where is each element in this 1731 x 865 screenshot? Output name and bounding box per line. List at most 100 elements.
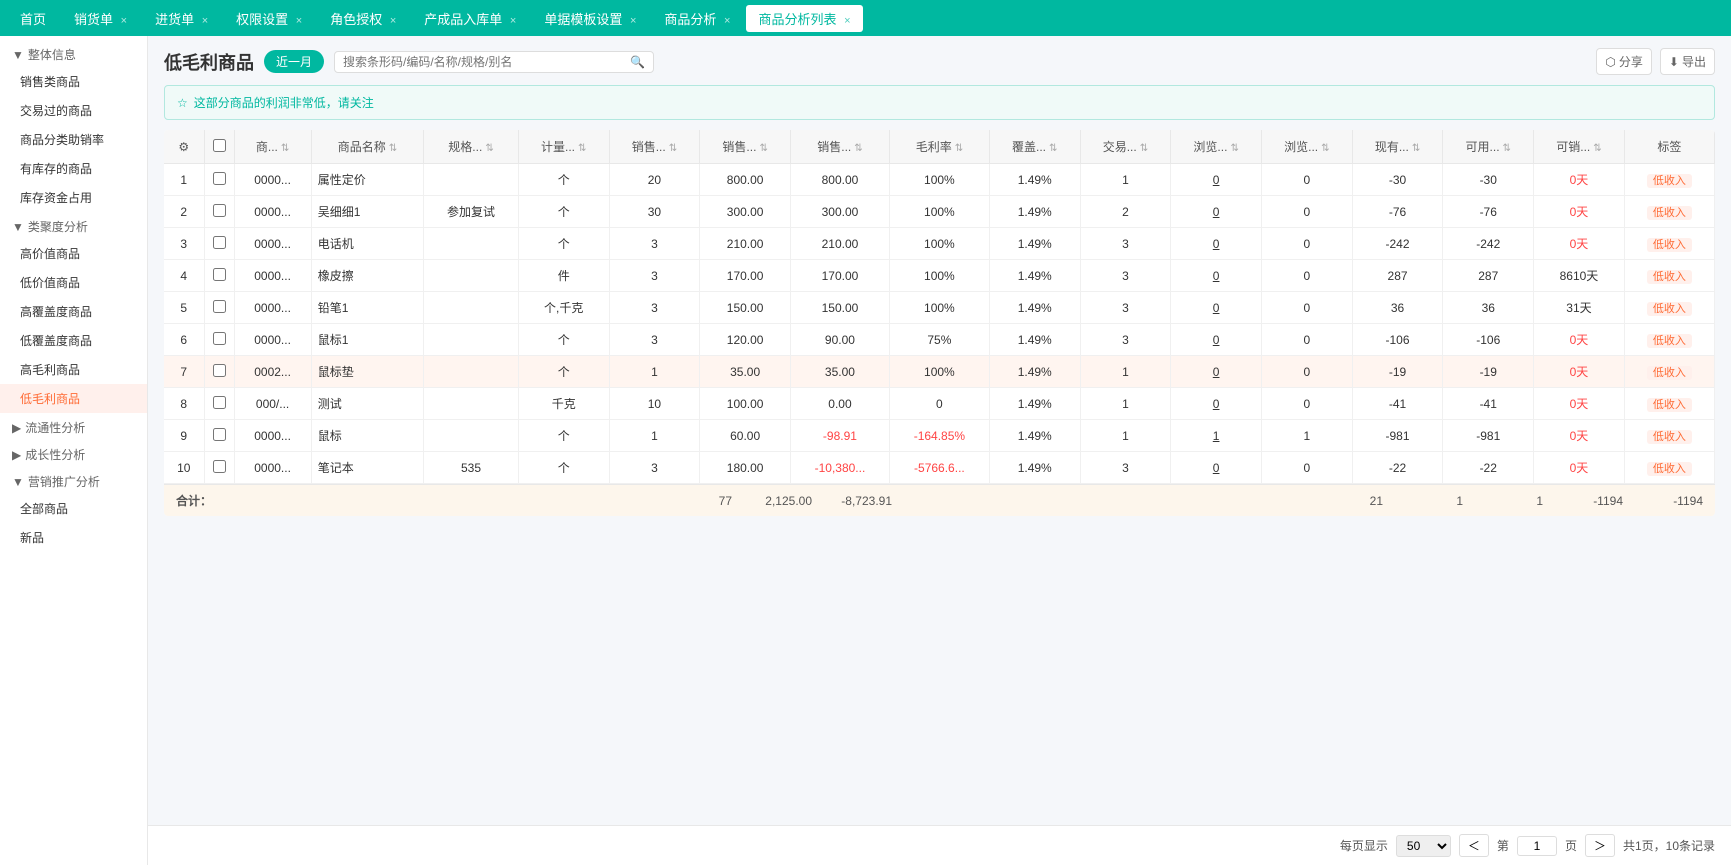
nav-item-home[interactable]: 首页 [8,5,58,32]
nav-close-roles[interactable]: × [390,15,396,27]
row-name[interactable]: 吴细细1 [311,196,423,228]
col-check[interactable] [204,130,234,164]
row-check[interactable] [204,388,234,420]
share-button[interactable]: ⬡ 分享 [1596,48,1652,75]
row-browse1[interactable]: 0 [1171,452,1262,484]
nav-close-sales[interactable]: × [121,15,127,27]
sidebar-item-high-coverage[interactable]: 高覆盖度商品 [0,297,147,326]
row-check[interactable] [204,324,234,356]
nav-item-products[interactable]: 产成品入库单 × [412,5,528,32]
sidebar-group-growth[interactable]: ▶ 成长性分析 [0,440,147,467]
row-name[interactable]: 鼠标1 [311,324,423,356]
row-browse1[interactable]: 0 [1171,324,1262,356]
row-checkbox[interactable] [213,172,226,185]
row-name[interactable]: 鼠标 [311,420,423,452]
sidebar-item-all-products[interactable]: 全部商品 [0,494,147,523]
sidebar-item-sales-products[interactable]: 销售类商品 [0,67,147,96]
row-code: 0000... [234,196,311,228]
sidebar-item-low-coverage[interactable]: 低覆盖度商品 [0,326,147,355]
sidebar-group-cluster[interactable]: ▼ 类聚度分析 [0,212,147,239]
page-number-input[interactable] [1517,836,1557,856]
nav-item-sales[interactable]: 销货单 × [62,5,139,32]
row-name[interactable]: 属性定价 [311,164,423,196]
row-check[interactable] [204,164,234,196]
row-name[interactable]: 电话机 [311,228,423,260]
nav-item-permissions[interactable]: 权限设置 × [224,5,314,32]
row-name[interactable]: 铅笔1 [311,292,423,324]
per-page-select[interactable]: 50 100 200 [1396,835,1451,857]
prev-page-button[interactable]: ＜ [1459,834,1489,857]
nav-close-products[interactable]: × [510,15,516,27]
row-check[interactable] [204,196,234,228]
row-browse1[interactable]: 1 [1171,420,1262,452]
nav-close-analysis[interactable]: × [724,15,730,27]
sidebar-item-low-value[interactable]: 低价值商品 [0,268,147,297]
row-checkbox[interactable] [213,396,226,409]
sidebar-item-category-rate[interactable]: 商品分类助销率 [0,125,147,154]
nav-item-roles[interactable]: 角色授权 × [318,5,408,32]
row-saleable: 0天 [1534,356,1625,388]
export-label: 导出 [1682,53,1706,70]
sidebar-group-marketing[interactable]: ▼ 营销推广分析 [0,467,147,494]
sidebar-item-low-margin[interactable]: 低毛利商品 [0,384,147,413]
search-icon[interactable]: 🔍 [630,55,645,69]
col-settings[interactable]: ⚙ [164,130,204,164]
row-check[interactable] [204,292,234,324]
row-name[interactable]: 橡皮擦 [311,260,423,292]
row-checkbox[interactable] [213,364,226,377]
row-checkbox[interactable] [213,268,226,281]
row-check[interactable] [204,420,234,452]
row-check[interactable] [204,228,234,260]
row-browse1[interactable]: 0 [1171,164,1262,196]
search-input[interactable] [343,55,626,69]
nav-item-analysis-list[interactable]: 商品分析列表 × [746,5,862,32]
row-browse1[interactable]: 0 [1171,292,1262,324]
nav-close-permissions[interactable]: × [296,15,302,27]
row-name[interactable]: 鼠标垫 [311,356,423,388]
nav-close-template[interactable]: × [630,15,636,27]
row-spec [424,292,519,324]
row-browse1[interactable]: 0 [1171,196,1262,228]
row-checkbox[interactable] [213,300,226,313]
row-browse1[interactable]: 0 [1171,260,1262,292]
row-gross-rate: -5766.6... [889,452,989,484]
row-checkbox[interactable] [213,460,226,473]
nav-item-analysis[interactable]: 商品分析 × [652,5,742,32]
row-name[interactable]: 测试 [311,388,423,420]
row-gross-rate: 100% [889,228,989,260]
row-browse1[interactable]: 0 [1171,356,1262,388]
next-page-button[interactable]: ＞ [1585,834,1615,857]
sidebar-item-traded-products[interactable]: 交易过的商品 [0,96,147,125]
row-browse2: 0 [1261,388,1352,420]
nav-item-template[interactable]: 单据模板设置 × [532,5,648,32]
sidebar-item-inventory-capital[interactable]: 库存资金占用 [0,183,147,212]
row-checkbox[interactable] [213,236,226,249]
row-browse1[interactable]: 0 [1171,388,1262,420]
row-spec [424,324,519,356]
sidebar-item-high-value[interactable]: 高价值商品 [0,239,147,268]
row-unit: 个 [518,356,609,388]
footer-browse1: 1 [1403,494,1463,508]
row-checkbox[interactable] [213,332,226,345]
nav-item-purchase[interactable]: 进货单 × [143,5,220,32]
sidebar-group-circulation[interactable]: ▶ 流通性分析 [0,413,147,440]
nav-close-purchase[interactable]: × [202,15,208,27]
row-name[interactable]: 笔记本 [311,452,423,484]
nav-close-analysis-list[interactable]: × [844,15,850,27]
row-checkbox[interactable] [213,428,226,441]
sidebar-item-high-margin[interactable]: 高毛利商品 [0,355,147,384]
row-available: -41 [1443,388,1534,420]
select-all-checkbox[interactable] [213,139,226,152]
sidebar-group-overall[interactable]: ▼ 整体信息 [0,40,147,67]
sidebar-item-stocked-products[interactable]: 有库存的商品 [0,154,147,183]
export-button[interactable]: ⬇ 导出 [1660,48,1715,75]
row-check[interactable] [204,452,234,484]
row-unit: 个 [518,324,609,356]
sidebar-item-new-products[interactable]: 新品 [0,523,147,552]
filter-recent-month-button[interactable]: 近一月 [264,50,324,73]
row-checkbox[interactable] [213,204,226,217]
row-check[interactable] [204,356,234,388]
row-browse1[interactable]: 0 [1171,228,1262,260]
row-check[interactable] [204,260,234,292]
row-tag: 低收入 [1624,420,1714,452]
